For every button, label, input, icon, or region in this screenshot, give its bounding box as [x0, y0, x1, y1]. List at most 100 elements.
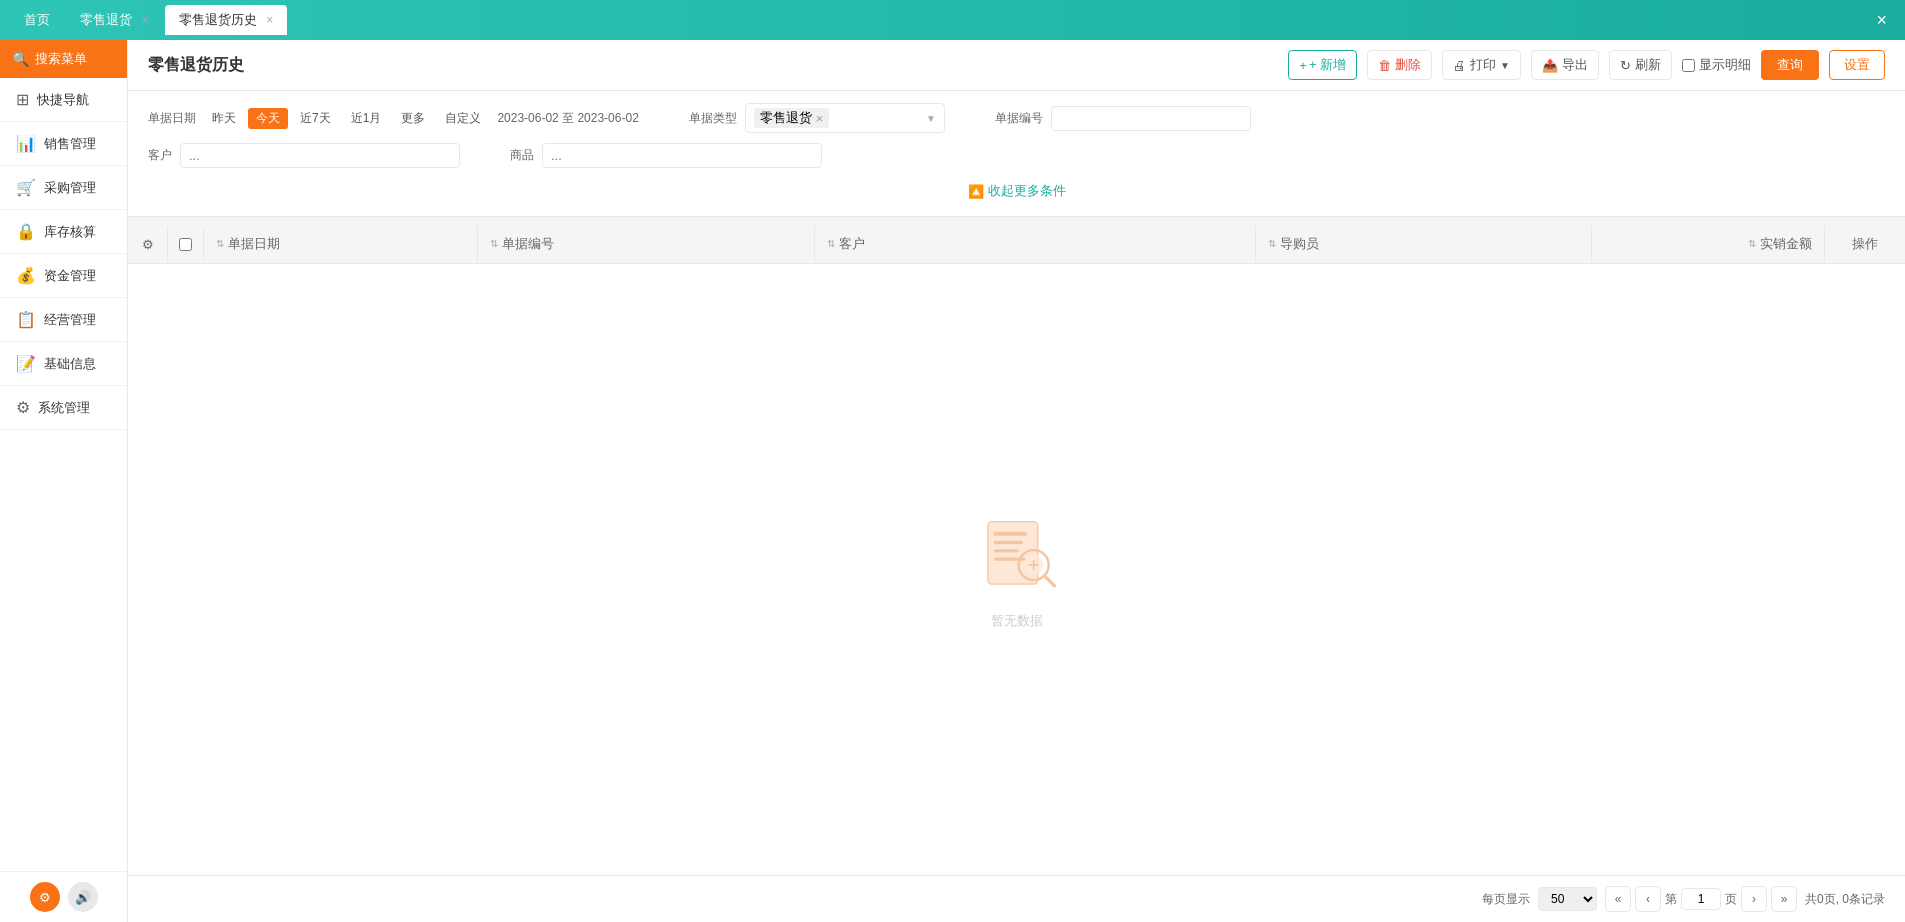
- bill-type-tag: 零售退货 ×: [754, 108, 830, 128]
- show-detail-checkbox-label[interactable]: 显示明细: [1682, 56, 1751, 74]
- customer-input[interactable]: [180, 143, 460, 168]
- refresh-icon: ↻: [1620, 58, 1631, 73]
- sidebar-item-inventory[interactable]: 🔒 库存核算: [0, 210, 127, 254]
- delete-icon: 🗑: [1378, 58, 1391, 73]
- sidebar-item-operation[interactable]: 📋 经营管理: [0, 298, 127, 342]
- page-size-select[interactable]: 50 10 20 100: [1538, 887, 1597, 911]
- th-bill: ⇅ 单据编号: [478, 225, 815, 263]
- prev-page-button[interactable]: ‹: [1635, 886, 1661, 912]
- svg-rect-2: [993, 540, 1022, 543]
- tab-retail-return[interactable]: 零售退货 ×: [66, 5, 163, 35]
- page-unit: 页: [1725, 891, 1737, 908]
- tab-retail-return-history-close[interactable]: ×: [266, 13, 273, 27]
- print-chevron-icon: ▼: [1500, 60, 1510, 71]
- date-filter-label: 单据日期: [148, 110, 196, 127]
- new-button[interactable]: + + 新增: [1288, 50, 1357, 80]
- sidebar-item-system[interactable]: ⚙ 系统管理: [0, 386, 127, 430]
- quick-nav-icon: ⊞: [16, 90, 29, 109]
- system-icon: ⚙: [16, 398, 30, 417]
- collapse-icon: 🔼: [968, 184, 984, 199]
- query-button[interactable]: 查询: [1761, 50, 1819, 80]
- bill-no-filter: 单据编号: [995, 106, 1251, 131]
- refresh-button[interactable]: ↻ 刷新: [1609, 50, 1672, 80]
- date-opt-more[interactable]: 更多: [393, 108, 433, 129]
- th-setting[interactable]: ⚙: [128, 227, 168, 262]
- tab-retail-return-history[interactable]: 零售退货历史 ×: [165, 5, 288, 35]
- first-page-button[interactable]: «: [1605, 886, 1631, 912]
- date-opt-today[interactable]: 今天: [248, 108, 288, 129]
- th-check[interactable]: [168, 228, 204, 261]
- svg-line-7: [1044, 575, 1054, 585]
- table-header: ⚙ ⇅ 单据日期 ⇅ 单据编号 ⇅ 客户 ⇅: [128, 225, 1905, 264]
- volume-footer-button[interactable]: 🔊: [68, 882, 98, 912]
- sidebar: 🔍 搜索菜单 ⊞ 快捷导航 📊 销售管理 🛒 采购管理 🔒 库存核算 💰: [0, 40, 128, 922]
- operation-icon: 📋: [16, 310, 36, 329]
- plus-icon: +: [1299, 58, 1307, 73]
- window-close-button[interactable]: ×: [1868, 10, 1895, 31]
- sort-amount-icon[interactable]: ⇅: [1748, 239, 1756, 249]
- search-icon: 🔍: [12, 51, 29, 67]
- settings-footer-button[interactable]: ⚙: [30, 882, 60, 912]
- date-opt-last7[interactable]: 近7天: [292, 108, 339, 129]
- sort-date-icon[interactable]: ⇅: [216, 239, 224, 249]
- tab-retail-return-close[interactable]: ×: [142, 13, 149, 27]
- export-button[interactable]: 📤 导出: [1531, 50, 1599, 80]
- bill-type-filter: 单据类型 零售退货 × ▼: [689, 103, 945, 133]
- sidebar-item-sales-mgmt[interactable]: 📊 销售管理: [0, 122, 127, 166]
- empty-illustration: [967, 510, 1067, 600]
- filter-row-1: 单据日期 昨天 今天 近7天 近1月 更多 自定义 2023-06-02 至 2…: [148, 103, 1885, 133]
- sales-icon: 📊: [16, 134, 36, 153]
- sort-bill-icon[interactable]: ⇅: [490, 239, 498, 249]
- volume-footer-icon: 🔊: [75, 890, 91, 905]
- goods-filter: 商品: [510, 143, 822, 168]
- date-opt-last-month[interactable]: 近1月: [343, 108, 390, 129]
- sidebar-search[interactable]: 🔍 搜索菜单: [0, 40, 127, 78]
- show-detail-checkbox[interactable]: [1682, 59, 1695, 72]
- filter-row-2: 客户 商品: [148, 143, 1885, 168]
- th-op: 操作: [1825, 225, 1905, 263]
- th-date: ⇅ 单据日期: [204, 225, 478, 263]
- page-header: 零售退货历史 + + 新增 🗑 删除 🖨 打印 ▼ 📤 导出: [128, 40, 1905, 91]
- date-options: 昨天 今天 近7天 近1月 更多 自定义: [204, 108, 489, 129]
- print-button[interactable]: 🖨 打印 ▼: [1442, 50, 1521, 80]
- topbar: 首页 零售退货 × 零售退货历史 × ×: [0, 0, 1905, 40]
- sort-customer-icon[interactable]: ⇅: [827, 239, 835, 249]
- sort-guide-icon[interactable]: ⇅: [1268, 239, 1276, 249]
- bill-type-label: 单据类型: [689, 110, 737, 127]
- page-size-label: 每页显示: [1482, 891, 1530, 908]
- last-page-button[interactable]: »: [1771, 886, 1797, 912]
- bill-type-tag-close[interactable]: ×: [816, 111, 824, 126]
- th-customer: ⇅ 客户: [815, 225, 1256, 263]
- date-opt-yesterday[interactable]: 昨天: [204, 108, 244, 129]
- date-range-text: 2023-06-02 至 2023-06-02: [497, 110, 638, 127]
- empty-text: 暂无数据: [991, 612, 1043, 630]
- sidebar-menu: ⊞ 快捷导航 📊 销售管理 🛒 采购管理 🔒 库存核算 💰 资金管理 📋: [0, 78, 127, 871]
- setting-button[interactable]: 设置: [1829, 50, 1885, 80]
- bill-type-select[interactable]: 零售退货 × ▼: [745, 103, 945, 133]
- pagination: 每页显示 50 10 20 100 « ‹ 第 页 › » 共0页, 0条记录: [128, 875, 1905, 922]
- goods-filter-label: 商品: [510, 147, 534, 164]
- collapse-filter-button[interactable]: 🔼 收起更多条件: [148, 178, 1885, 204]
- sidebar-item-basic-info[interactable]: 📝 基础信息: [0, 342, 127, 386]
- sidebar-item-purchase-mgmt[interactable]: 🛒 采购管理: [0, 166, 127, 210]
- inventory-icon: 🔒: [16, 222, 36, 241]
- customer-filter-label: 客户: [148, 147, 172, 164]
- select-all-checkbox[interactable]: [179, 238, 192, 251]
- date-opt-custom[interactable]: 自定义: [437, 108, 489, 129]
- delete-button[interactable]: 🗑 删除: [1367, 50, 1432, 80]
- page-number-input[interactable]: [1681, 888, 1721, 910]
- th-guide: ⇅ 导购员: [1256, 225, 1593, 263]
- table-area: ⚙ ⇅ 单据日期 ⇅ 单据编号 ⇅ 客户 ⇅: [128, 225, 1905, 922]
- page-title: 零售退货历史: [148, 55, 244, 76]
- bill-no-input[interactable]: [1051, 106, 1251, 131]
- purchase-icon: 🛒: [16, 178, 36, 197]
- tab-home[interactable]: 首页: [10, 5, 64, 35]
- table-settings-icon[interactable]: ⚙: [142, 237, 154, 252]
- goods-input[interactable]: [542, 143, 822, 168]
- sidebar-item-quick-nav[interactable]: ⊞ 快捷导航: [0, 78, 127, 122]
- page-nav: « ‹ 第 页 › »: [1605, 886, 1797, 912]
- next-page-button[interactable]: ›: [1741, 886, 1767, 912]
- bill-type-chevron-icon: ▼: [926, 113, 936, 124]
- svg-rect-3: [993, 549, 1018, 552]
- sidebar-item-finance[interactable]: 💰 资金管理: [0, 254, 127, 298]
